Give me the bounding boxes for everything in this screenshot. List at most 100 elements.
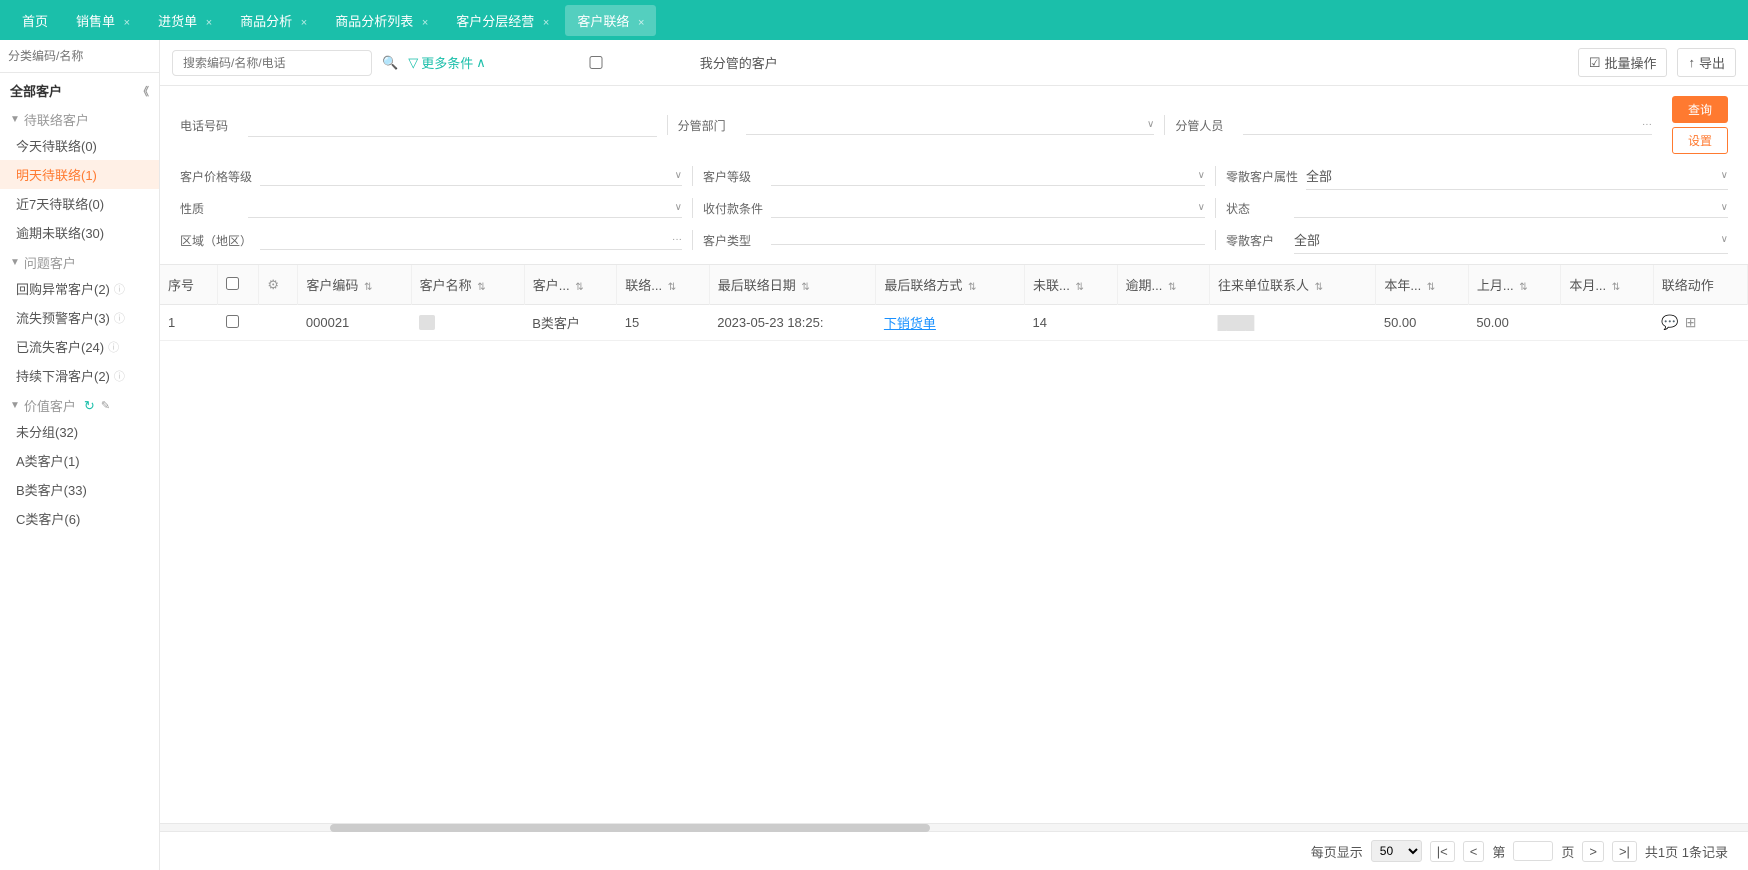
sidebar-item-7days[interactable]: 近7天待联络(0) [0, 189, 159, 218]
row-checkbox[interactable] [226, 315, 239, 328]
close-customer-contact-icon[interactable]: × [638, 17, 644, 29]
filter-retail-customer-value: 全部 [1294, 230, 1320, 249]
filter-more-btn[interactable]: ▽ 更多条件 ∧ [408, 53, 486, 72]
sidebar-item-overdue[interactable]: 逾期未联络(30) [0, 218, 159, 247]
last-month-sort-icon: ⇅ [1519, 282, 1527, 293]
sidebar-item-tomorrow-label: 明天待联络(1) [16, 165, 97, 184]
filter-customer-level-select[interactable]: ∨ [771, 166, 1205, 186]
table-gear-icon[interactable]: ⚙ [267, 277, 279, 292]
export-button[interactable]: ↑ 导出 [1677, 48, 1736, 77]
nav-purchase[interactable]: 进货单 × [146, 5, 224, 36]
last-page-button[interactable]: >| [1612, 841, 1637, 862]
price-chevron-icon: ∨ [675, 170, 682, 181]
cell-gear [259, 305, 298, 341]
prev-page-button[interactable]: < [1463, 841, 1485, 862]
sidebar-item-c-class[interactable]: C类客户(6) [0, 504, 159, 533]
sidebar-item-abnormal-repurchase[interactable]: 回购异常客户(2) ⓘ [0, 274, 159, 303]
settings-button[interactable]: 设置 [1672, 127, 1728, 154]
filter-phone-input[interactable] [248, 114, 657, 137]
filter-dept-select[interactable]: ∨ [746, 115, 1155, 135]
query-button[interactable]: 查询 [1672, 96, 1728, 123]
close-product-analysis-list-icon[interactable]: × [422, 17, 428, 29]
filter-divider-8 [1215, 230, 1216, 250]
sidebar-item-abnormal-label: 回购异常客户(2) [16, 279, 110, 298]
filter-retail-attr-select[interactable]: 全部 ∨ [1306, 162, 1728, 190]
col-this-year: 本年... ⇅ [1376, 265, 1468, 305]
filter-price-select[interactable]: ∨ [260, 166, 682, 186]
sidebar-item-churn-warning-label: 流失预警客户(3) [16, 308, 110, 327]
sidebar-item-churn-warning[interactable]: 流失预警客户(3) ⓘ [0, 303, 159, 332]
close-product-analysis-icon[interactable]: × [301, 17, 307, 29]
sidebar-item-ungrouped[interactable]: 未分组(32) [0, 417, 159, 446]
nav-sales[interactable]: 销售单 × [64, 5, 142, 36]
edit-value-icon[interactable]: ✎ [101, 399, 110, 412]
first-page-button[interactable]: |< [1430, 841, 1455, 862]
page-label: 第 [1492, 842, 1505, 861]
close-sales-icon[interactable]: × [124, 17, 130, 29]
arrow-problem: ▼ [10, 257, 20, 268]
area-more-icon[interactable]: ··· [672, 234, 682, 245]
sidebar-item-c-label: C类客户(6) [16, 509, 80, 528]
filter-gender-select[interactable]: ∨ [248, 198, 682, 218]
filter-price-label: 客户价格等级 [180, 168, 252, 185]
table-header-row: 序号 ⚙ 客户编码 ⇅ 客户名称 ⇅ 客户... ⇅ 联络... ⇅ 最后联络日… [160, 265, 1748, 305]
page-number-input[interactable]: 1 [1513, 841, 1553, 861]
search-input[interactable] [172, 50, 372, 76]
filter-gender-label: 性质 [180, 200, 240, 217]
date-sort-icon: ⇅ [801, 282, 809, 293]
sidebar-search-area: 🔍 [0, 40, 159, 73]
help-churn-warning-icon: ⓘ [114, 310, 125, 326]
close-purchase-icon[interactable]: × [206, 17, 212, 29]
sidebar-search-input[interactable] [8, 49, 160, 63]
next-page-button[interactable]: > [1582, 841, 1604, 862]
close-customer-tier-icon[interactable]: × [543, 17, 549, 29]
filter-person-select[interactable]: ··· [1243, 115, 1652, 135]
select-all-checkbox[interactable] [226, 277, 239, 290]
customer-level-chevron-icon: ∨ [1198, 170, 1205, 181]
filter-customer-type-select[interactable] [771, 236, 1205, 245]
cell-overdue [1117, 305, 1209, 341]
cell-last-month: 50.00 [1468, 305, 1560, 341]
sidebar-item-a-class[interactable]: A类客户(1) [0, 446, 159, 475]
col-action: 联络动作 [1653, 265, 1747, 305]
main-layout: 🔍 全部客户 《 ▼ 待联络客户 今天待联络(0) 明天待联络(1) 近7天待联… [0, 40, 1748, 870]
filter-payment-select[interactable]: ∨ [771, 198, 1205, 218]
nav-home[interactable]: 首页 [10, 5, 60, 36]
sidebar-item-declining[interactable]: 持续下滑客户(2) ⓘ [0, 361, 159, 390]
per-page-select[interactable]: 50 100 [1371, 840, 1422, 862]
sidebar-item-a-label: A类客户(1) [16, 451, 80, 470]
sidebar-item-tomorrow[interactable]: 明天待联络(1) [0, 160, 159, 189]
nav-customer-tier[interactable]: 客户分层经营 × [444, 5, 561, 36]
refresh-value-icon[interactable]: ↻ [84, 398, 95, 414]
search-button-icon[interactable]: 🔍 [382, 55, 398, 71]
nav-product-analysis[interactable]: 商品分析 × [228, 5, 319, 36]
filter-row-2: 客户价格等级 ∨ 客户等级 ∨ 零散客户属性 [180, 162, 1728, 190]
col-type: 客户... ⇅ [524, 265, 616, 305]
horizontal-scrollbar[interactable] [160, 823, 1748, 831]
sidebar-item-b-label: B类客户(33) [16, 480, 87, 499]
filter-divider-2 [1164, 115, 1165, 135]
batch-op-label: 批量操作 [1604, 53, 1656, 72]
pagination: 每页显示 50 100 |< < 第 1 页 > >| 共1页 1条记录 [160, 831, 1748, 870]
action-more-icon[interactable]: ⊞ [1685, 314, 1697, 331]
action-chat-icon[interactable]: 💬 [1661, 314, 1678, 331]
sidebar-item-today[interactable]: 今天待联络(0) [0, 131, 159, 160]
nav-product-analysis-list[interactable]: 商品分析列表 × [323, 5, 440, 36]
my-customer-filter[interactable]: 我分管的客户 [496, 53, 778, 72]
group-problem-label: 问题客户 [24, 253, 76, 272]
person-more-icon[interactable]: ··· [1642, 119, 1652, 130]
arrow-pending: ▼ [10, 114, 20, 125]
payment-chevron-icon: ∨ [1198, 202, 1205, 213]
filter-area-select[interactable]: ··· [260, 230, 682, 250]
sidebar-item-b-class[interactable]: B类客户(33) [0, 475, 159, 504]
sidebar-item-churned[interactable]: 已流失客户(24) ⓘ [0, 332, 159, 361]
last-method-link[interactable]: 下销货单 [884, 316, 936, 331]
batch-op-button[interactable]: ☑ 批量操作 [1578, 48, 1668, 77]
my-customer-checkbox[interactable] [496, 56, 696, 69]
name-sort-icon: ⇅ [477, 282, 485, 293]
filter-retail-customer-select[interactable]: 全部 ∨ [1294, 226, 1728, 254]
collapse-icon[interactable]: 《 [138, 83, 149, 99]
nav-customer-contact[interactable]: 客户联络 × [565, 5, 656, 36]
filter-status-select[interactable]: ∨ [1294, 198, 1728, 218]
scrollbar-thumb[interactable] [330, 824, 930, 832]
